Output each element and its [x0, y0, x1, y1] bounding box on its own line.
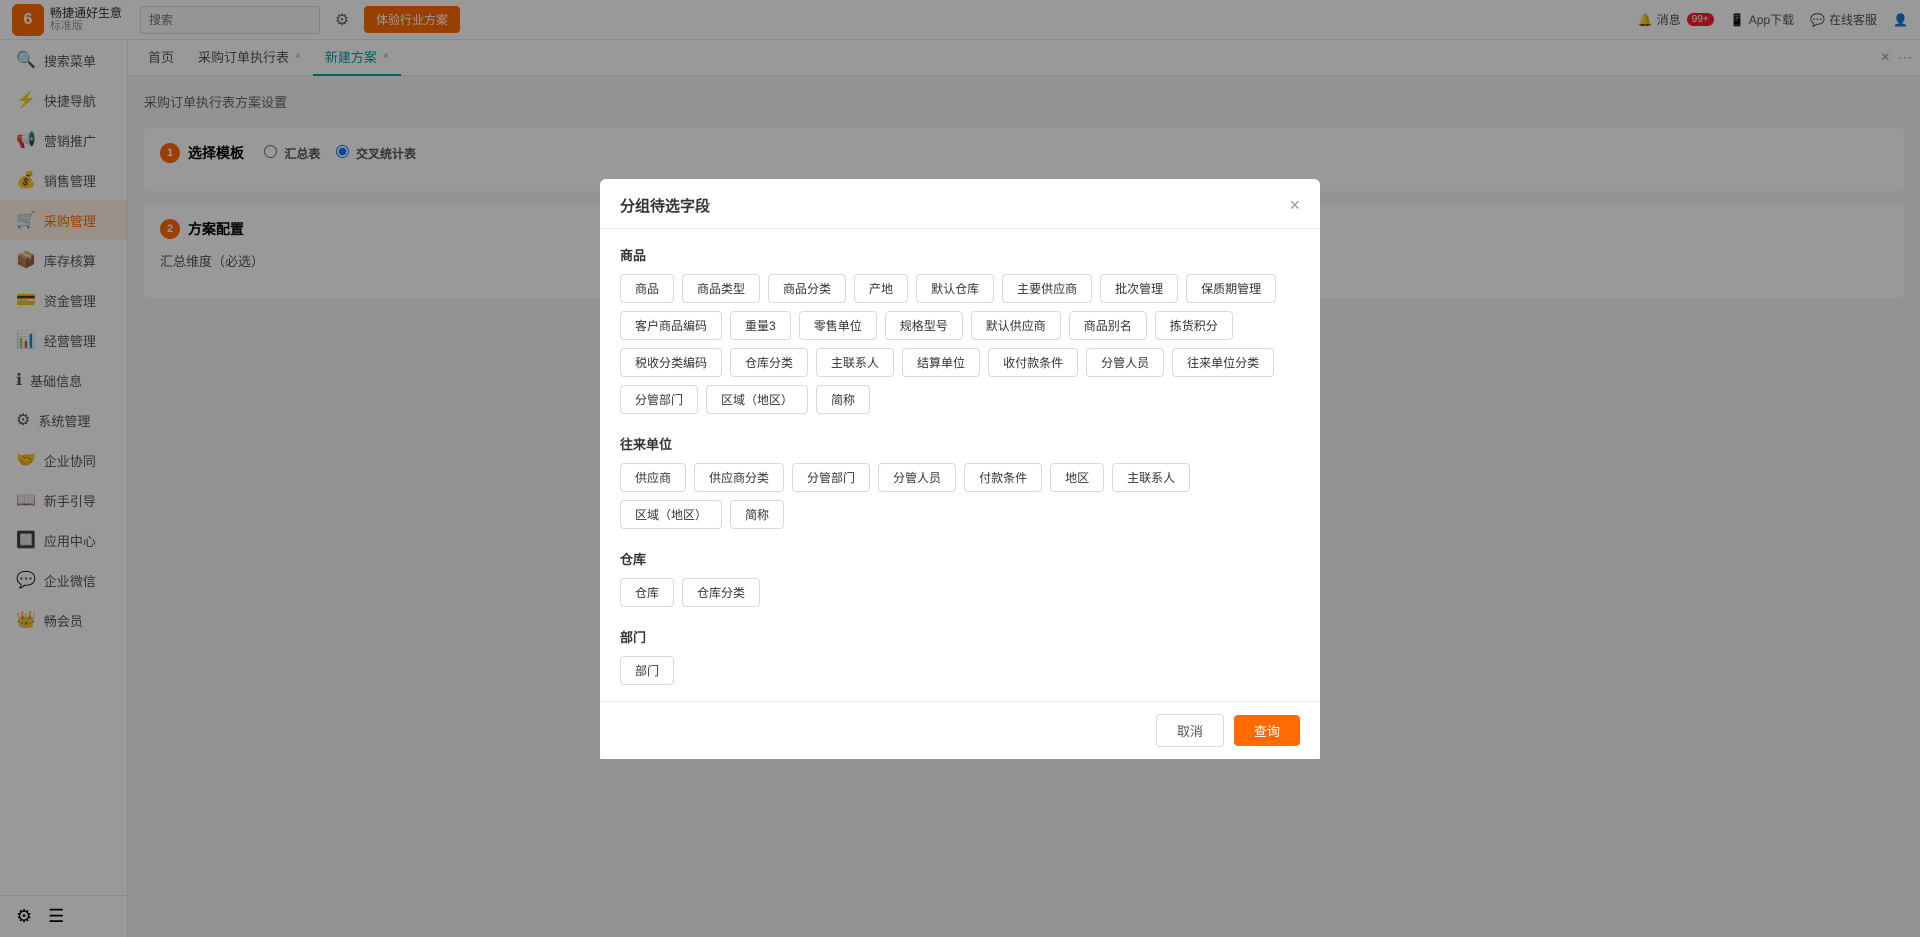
modal-footer: 取消 查询	[600, 701, 1320, 759]
field-customer-code[interactable]: 客户商品编码	[620, 311, 722, 340]
modal-header: 分组待选字段 ×	[600, 179, 1320, 229]
section-partner: 往来单位 供应商 供应商分类 分管部门 分管人员 付款条件 地区 主联系人 区域…	[620, 434, 1300, 529]
partner-fields: 供应商 供应商分类 分管部门 分管人员 付款条件 地区 主联系人 区域（地区） …	[620, 463, 1300, 529]
field-batch-mgmt[interactable]: 批次管理	[1100, 274, 1178, 303]
field-goods[interactable]: 商品	[620, 274, 674, 303]
field-default-supplier[interactable]: 默认供应商	[971, 311, 1061, 340]
field-payment-cond[interactable]: 付款条件	[964, 463, 1042, 492]
field-abbr-goods[interactable]: 简称	[816, 385, 870, 414]
modal-close-button[interactable]: ×	[1289, 196, 1300, 214]
field-supplier-category[interactable]: 供应商分类	[694, 463, 784, 492]
field-dept-partner[interactable]: 分管部门	[792, 463, 870, 492]
modal-title: 分组待选字段	[620, 195, 710, 216]
section-department: 部门 部门	[620, 627, 1300, 685]
field-goods-alias[interactable]: 商品别名	[1069, 311, 1147, 340]
field-tax-code[interactable]: 税收分类编码	[620, 348, 722, 377]
field-department[interactable]: 部门	[620, 656, 674, 685]
field-pick-points[interactable]: 拣货积分	[1155, 311, 1233, 340]
field-settlement-unit[interactable]: 结算单位	[902, 348, 980, 377]
field-dept[interactable]: 分管部门	[620, 385, 698, 414]
field-warehouse-category[interactable]: 仓库分类	[730, 348, 808, 377]
goods-fields: 商品 商品类型 商品分类 产地 默认仓库 主要供应商 批次管理 保质期管理 客户…	[620, 274, 1300, 414]
field-manager[interactable]: 分管人员	[1086, 348, 1164, 377]
field-abbr-partner[interactable]: 简称	[730, 500, 784, 529]
cancel-button[interactable]: 取消	[1156, 714, 1224, 747]
field-supplier[interactable]: 供应商	[620, 463, 686, 492]
field-spec-model[interactable]: 规格型号	[885, 311, 963, 340]
field-warehouse[interactable]: 仓库	[620, 578, 674, 607]
field-region-goods[interactable]: 区域（地区）	[706, 385, 808, 414]
field-shelf-life[interactable]: 保质期管理	[1186, 274, 1276, 303]
section-warehouse-title: 仓库	[620, 549, 1300, 568]
field-area[interactable]: 地区	[1050, 463, 1104, 492]
field-main-contact[interactable]: 主联系人	[816, 348, 894, 377]
section-warehouse: 仓库 仓库 仓库分类	[620, 549, 1300, 607]
section-goods: 商品 商品 商品类型 商品分类 产地 默认仓库 主要供应商 批次管理 保质期管理…	[620, 245, 1300, 414]
field-goods-category[interactable]: 商品分类	[768, 274, 846, 303]
field-weight[interactable]: 重量3	[730, 311, 791, 340]
field-partner-category[interactable]: 往来单位分类	[1172, 348, 1274, 377]
section-partner-title: 往来单位	[620, 434, 1300, 453]
field-default-warehouse[interactable]: 默认仓库	[916, 274, 994, 303]
section-department-title: 部门	[620, 627, 1300, 646]
modal-body: 商品 商品 商品类型 商品分类 产地 默认仓库 主要供应商 批次管理 保质期管理…	[600, 229, 1320, 748]
field-main-supplier[interactable]: 主要供应商	[1002, 274, 1092, 303]
field-region-partner[interactable]: 区域（地区）	[620, 500, 722, 529]
department-fields: 部门	[620, 656, 1300, 685]
warehouse-fields: 仓库 仓库分类	[620, 578, 1300, 607]
section-goods-title: 商品	[620, 245, 1300, 264]
field-payment-terms[interactable]: 收付款条件	[988, 348, 1078, 377]
field-main-contact-partner[interactable]: 主联系人	[1112, 463, 1190, 492]
field-goods-type[interactable]: 商品类型	[682, 274, 760, 303]
field-retail-unit[interactable]: 零售单位	[799, 311, 877, 340]
modal-dialog: 分组待选字段 × 商品 商品 商品类型 商品分类 产地 默认仓库 主要供应商 批…	[600, 179, 1320, 759]
field-person-partner[interactable]: 分管人员	[878, 463, 956, 492]
modal-overlay: 分组待选字段 × 商品 商品 商品类型 商品分类 产地 默认仓库 主要供应商 批…	[0, 0, 1920, 937]
confirm-button[interactable]: 查询	[1234, 715, 1300, 746]
field-warehouse-cat[interactable]: 仓库分类	[682, 578, 760, 607]
field-origin[interactable]: 产地	[854, 274, 908, 303]
